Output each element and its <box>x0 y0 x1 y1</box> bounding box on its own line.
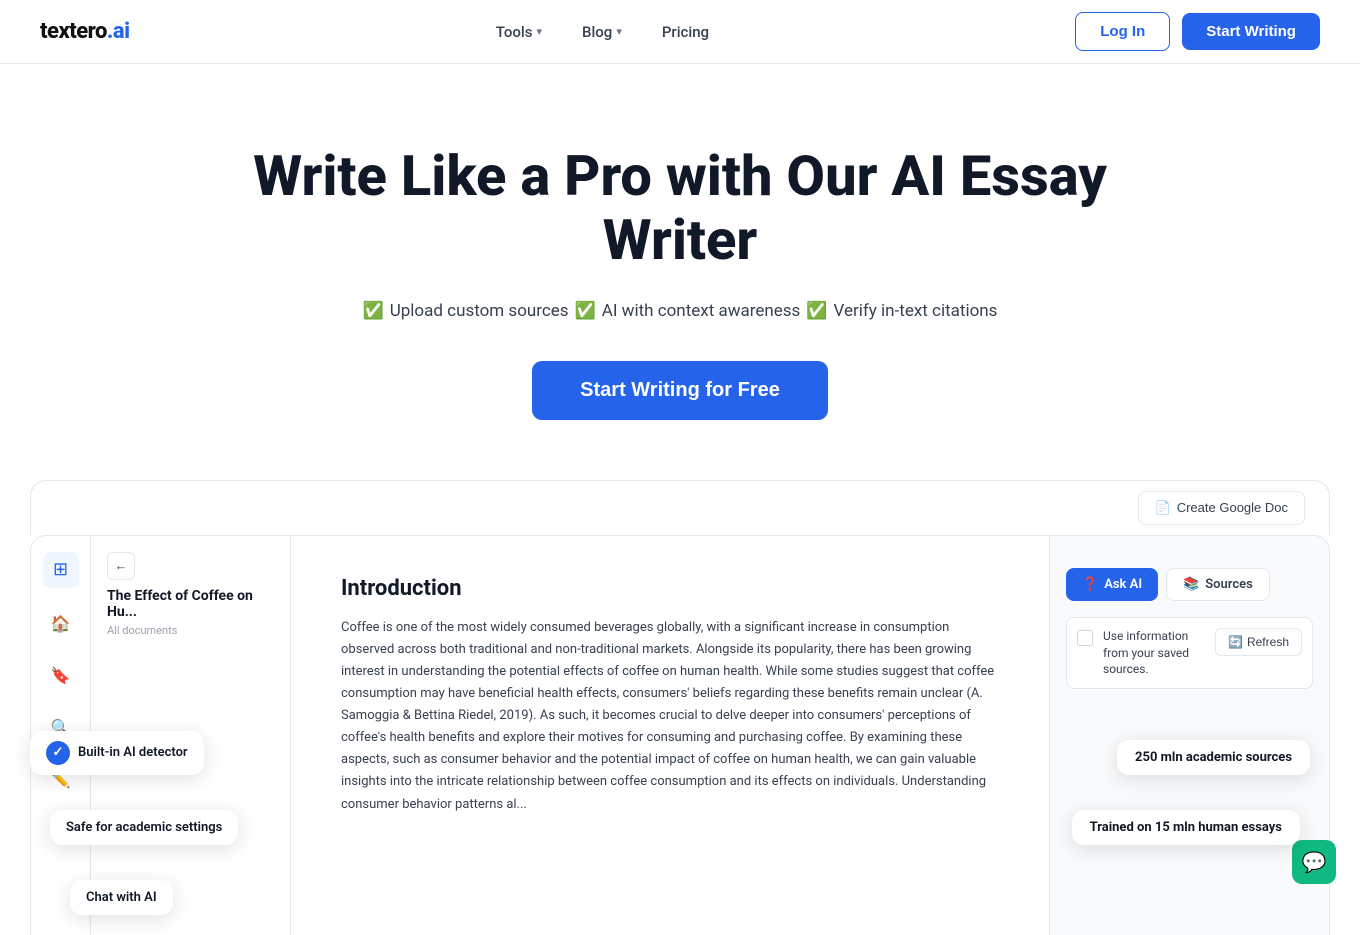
editor-heading: Introduction <box>341 576 999 601</box>
login-button[interactable]: Log In <box>1075 12 1170 51</box>
feature-1: ✅ Upload custom sources <box>363 301 569 321</box>
hero-section: Write Like a Pro with Our AI Essay Write… <box>0 64 1360 480</box>
nav-tools[interactable]: Tools ▾ <box>480 15 558 49</box>
google-doc-icon: 📄 <box>1155 500 1171 516</box>
nav-links: Tools ▾ Blog ▾ Pricing <box>480 15 725 49</box>
refresh-button[interactable]: 🔄 Refresh <box>1215 628 1302 656</box>
sidebar-home-icon[interactable]: 🏠 <box>45 608 77 640</box>
check-icon-3: ✅ <box>806 301 827 321</box>
ai-tabs: ❓ Ask AI 📚 Sources <box>1066 568 1313 601</box>
feature-3-text: Verify in-text citations <box>834 301 998 321</box>
feature-3: ✅ Verify in-text citations <box>806 301 997 321</box>
editor-body[interactable]: Coffee is one of the most widely consume… <box>341 617 999 816</box>
logo-grid-icon: ⊞ <box>53 559 68 580</box>
nav-actions: Log In Start Writing <box>1075 12 1320 51</box>
hero-title: Write Like a Pro with Our AI Essay Write… <box>230 144 1130 273</box>
cta-button[interactable]: Start Writing for Free <box>532 361 828 420</box>
badge-safe-academic: Safe for academic settings <box>50 810 238 845</box>
tools-chevron-icon: ▾ <box>536 25 542 38</box>
feature-2-text: AI with context awareness <box>602 301 801 321</box>
blog-chevron-icon: ▾ <box>616 25 622 38</box>
start-writing-button[interactable]: Start Writing <box>1182 13 1320 50</box>
ask-ai-icon: ❓ <box>1082 577 1098 592</box>
refresh-icon: 🔄 <box>1228 635 1243 649</box>
demo-interface: ⊞ 🏠 🔖 🔍 ✏️ ← The Effect of Coffee on Hu.… <box>30 535 1330 935</box>
logo[interactable]: textero.ai <box>40 19 130 44</box>
check-mark-icon: ✓ <box>46 741 70 765</box>
badge-250-sources: 250 mln academic sources <box>1117 740 1310 775</box>
badge-chat-ai: Chat with AI <box>70 880 173 915</box>
ai-option-text: Use information from your saved sources. <box>1103 628 1205 678</box>
document-title: The Effect of Coffee on Hu... <box>107 588 274 620</box>
badge-ai-detector: ✓ Built-in AI detector <box>30 731 204 775</box>
badge-trained-essays: Trained on 15 mln human essays <box>1072 810 1300 845</box>
ai-panel-inner: ❓ Ask AI 📚 Sources Use information from … <box>1066 552 1313 715</box>
nav-blog[interactable]: Blog ▾ <box>566 15 638 49</box>
sidebar-logo[interactable]: ⊞ <box>43 552 79 588</box>
sidebar-bookmark-icon[interactable]: 🔖 <box>45 660 77 692</box>
chat-float-icon[interactable]: 💬 <box>1292 840 1336 884</box>
demo-section: 📄 Create Google Doc ⊞ 🏠 🔖 🔍 ✏️ ← The <box>0 480 1360 935</box>
check-icon-1: ✅ <box>363 301 384 321</box>
back-navigation[interactable]: ← <box>107 552 274 580</box>
use-sources-checkbox[interactable] <box>1077 630 1093 646</box>
back-arrow-icon[interactable]: ← <box>107 552 135 580</box>
create-google-doc-button[interactable]: 📄 Create Google Doc <box>1138 491 1305 525</box>
navbar: textero.ai Tools ▾ Blog ▾ Pricing Log In… <box>0 0 1360 64</box>
sources-icon: 📚 <box>1183 577 1199 592</box>
feature-2: ✅ AI with context awareness <box>575 301 801 321</box>
document-subtitle: All documents <box>107 624 274 637</box>
demo-editor: Introduction Coffee is one of the most w… <box>291 536 1049 935</box>
demo-ai-panel: ❓ Ask AI 📚 Sources Use information from … <box>1049 536 1329 935</box>
check-icon-2: ✅ <box>575 301 596 321</box>
ask-ai-tab[interactable]: ❓ Ask AI <box>1066 568 1158 601</box>
nav-pricing[interactable]: Pricing <box>646 15 725 49</box>
feature-1-text: Upload custom sources <box>390 301 569 321</box>
hero-features: ✅ Upload custom sources ✅ AI with contex… <box>20 301 1340 321</box>
demo-wrapper: 📄 Create Google Doc ⊞ 🏠 🔖 🔍 ✏️ ← The <box>30 480 1330 935</box>
ai-option-row: Use information from your saved sources.… <box>1066 617 1313 689</box>
sources-tab[interactable]: 📚 Sources <box>1166 568 1270 601</box>
